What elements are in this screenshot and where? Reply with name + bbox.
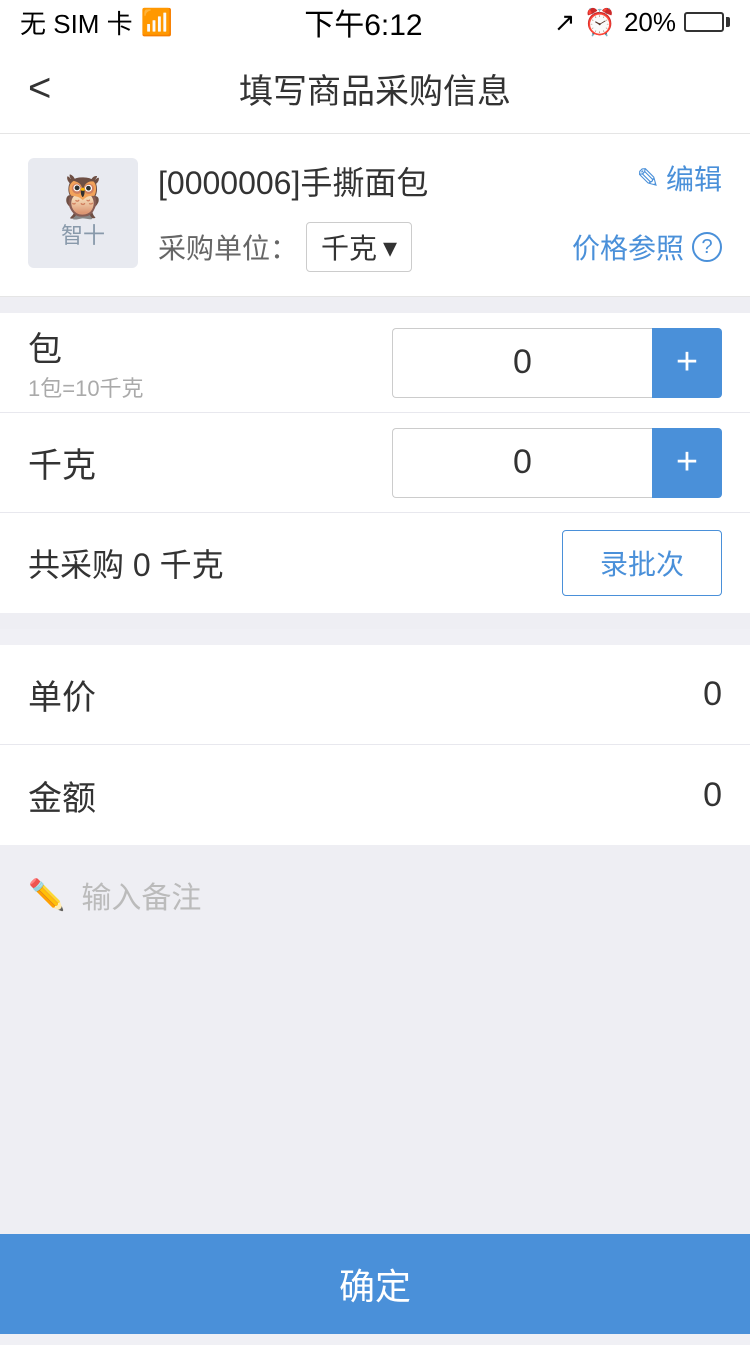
bao-label-group: 包 1包=10千克 — [28, 322, 148, 403]
product-logo-icon: 🦉 — [57, 176, 109, 218]
page-title: 填写商品采购信息 — [239, 64, 511, 113]
bao-value: 0 — [513, 343, 532, 382]
pencil-icon: ✏️ — [28, 878, 65, 913]
product-logo-text: 智十 — [61, 218, 105, 250]
unit-select[interactable]: 千克 ▾ — [306, 222, 412, 272]
qianke-input-right: 0 + — [148, 428, 722, 498]
qianke-input[interactable]: 0 — [392, 428, 652, 498]
qianke-plus-button[interactable]: + — [652, 428, 722, 498]
confirm-button[interactable]: 确定 — [0, 1234, 750, 1334]
price-ref-label: 价格参照 — [572, 227, 684, 267]
amount-value: 0 — [703, 776, 722, 815]
section-divider-2 — [0, 613, 750, 629]
battery-icon — [684, 12, 730, 32]
qianke-main-label: 千克 — [28, 438, 148, 487]
notes-placeholder: 输入备注 — [81, 873, 201, 917]
bao-input-row: 包 1包=10千克 0 + — [0, 313, 750, 413]
unit-price-value: 0 — [703, 675, 722, 714]
alarm-icon: ⏰ — [584, 7, 616, 38]
batch-label: 录批次 — [600, 543, 684, 583]
chevron-down-icon: ▾ — [383, 231, 397, 264]
bao-plus-button[interactable]: + — [652, 328, 722, 398]
edit-label: 编辑 — [666, 158, 722, 198]
back-button[interactable]: < — [28, 66, 51, 111]
carrier-text: 无 SIM 卡 — [20, 4, 133, 41]
unit-value: 千克 — [321, 227, 377, 267]
status-bar: 无 SIM 卡 📶 下午6:12 ↗ ⏰ 20% — [0, 0, 750, 44]
qianke-value: 0 — [513, 443, 532, 482]
summary-text: 共采购 0 千克 — [28, 540, 224, 586]
input-section: 包 1包=10千克 0 + 千克 0 + 共采购 — [0, 313, 750, 613]
product-top-row: [0000006]手撕面包 ✎ 编辑 — [158, 158, 722, 204]
section-divider-1 — [0, 297, 750, 313]
qianke-input-row: 千克 0 + — [0, 413, 750, 513]
amount-row: 金额 0 — [0, 745, 750, 845]
summary-row: 共采购 0 千克 录批次 — [0, 513, 750, 613]
bao-input-right: 0 + — [148, 328, 722, 398]
product-name: [0000006]手撕面包 — [158, 158, 428, 204]
nav-bar: < 填写商品采购信息 — [0, 44, 750, 134]
price-ref-button[interactable]: 价格参照 ? — [572, 227, 722, 267]
status-right: ↗ ⏰ 20% — [554, 7, 730, 38]
price-section: 单价 0 金额 0 — [0, 645, 750, 845]
product-thumbnail: 🦉 智十 — [28, 158, 138, 268]
empty-space — [0, 945, 750, 1245]
status-left: 无 SIM 卡 📶 — [20, 4, 173, 41]
unit-price-row: 单价 0 — [0, 645, 750, 745]
wifi-icon: 📶 — [141, 7, 173, 38]
edit-icon: ✎ — [637, 162, 660, 195]
info-icon: ? — [692, 232, 722, 262]
unit-price-label: 单价 — [28, 670, 96, 719]
product-card: 🦉 智十 [0000006]手撕面包 ✎ 编辑 采购单位： 千克 ▾ — [0, 134, 750, 297]
bao-input[interactable]: 0 — [392, 328, 652, 398]
amount-label: 金额 — [28, 771, 96, 820]
bao-main-label: 包 — [28, 322, 148, 371]
location-icon: ↗ — [554, 7, 576, 38]
notes-section[interactable]: ✏️ 输入备注 — [0, 845, 750, 945]
status-time: 下午6:12 — [304, 0, 422, 44]
product-unit-row: 采购单位： 千克 ▾ 价格参照 ? — [158, 222, 722, 272]
edit-button[interactable]: ✎ 编辑 — [637, 158, 722, 198]
unit-label: 采购单位： — [158, 227, 298, 267]
qianke-label-group: 千克 — [28, 438, 148, 487]
batch-button[interactable]: 录批次 — [562, 530, 722, 596]
bao-sub-label: 1包=10千克 — [28, 371, 148, 403]
product-info: [0000006]手撕面包 ✎ 编辑 采购单位： 千克 ▾ 价格参照 ? — [158, 158, 722, 272]
battery-percent: 20% — [624, 7, 676, 38]
confirm-label: 确定 — [339, 1258, 411, 1310]
